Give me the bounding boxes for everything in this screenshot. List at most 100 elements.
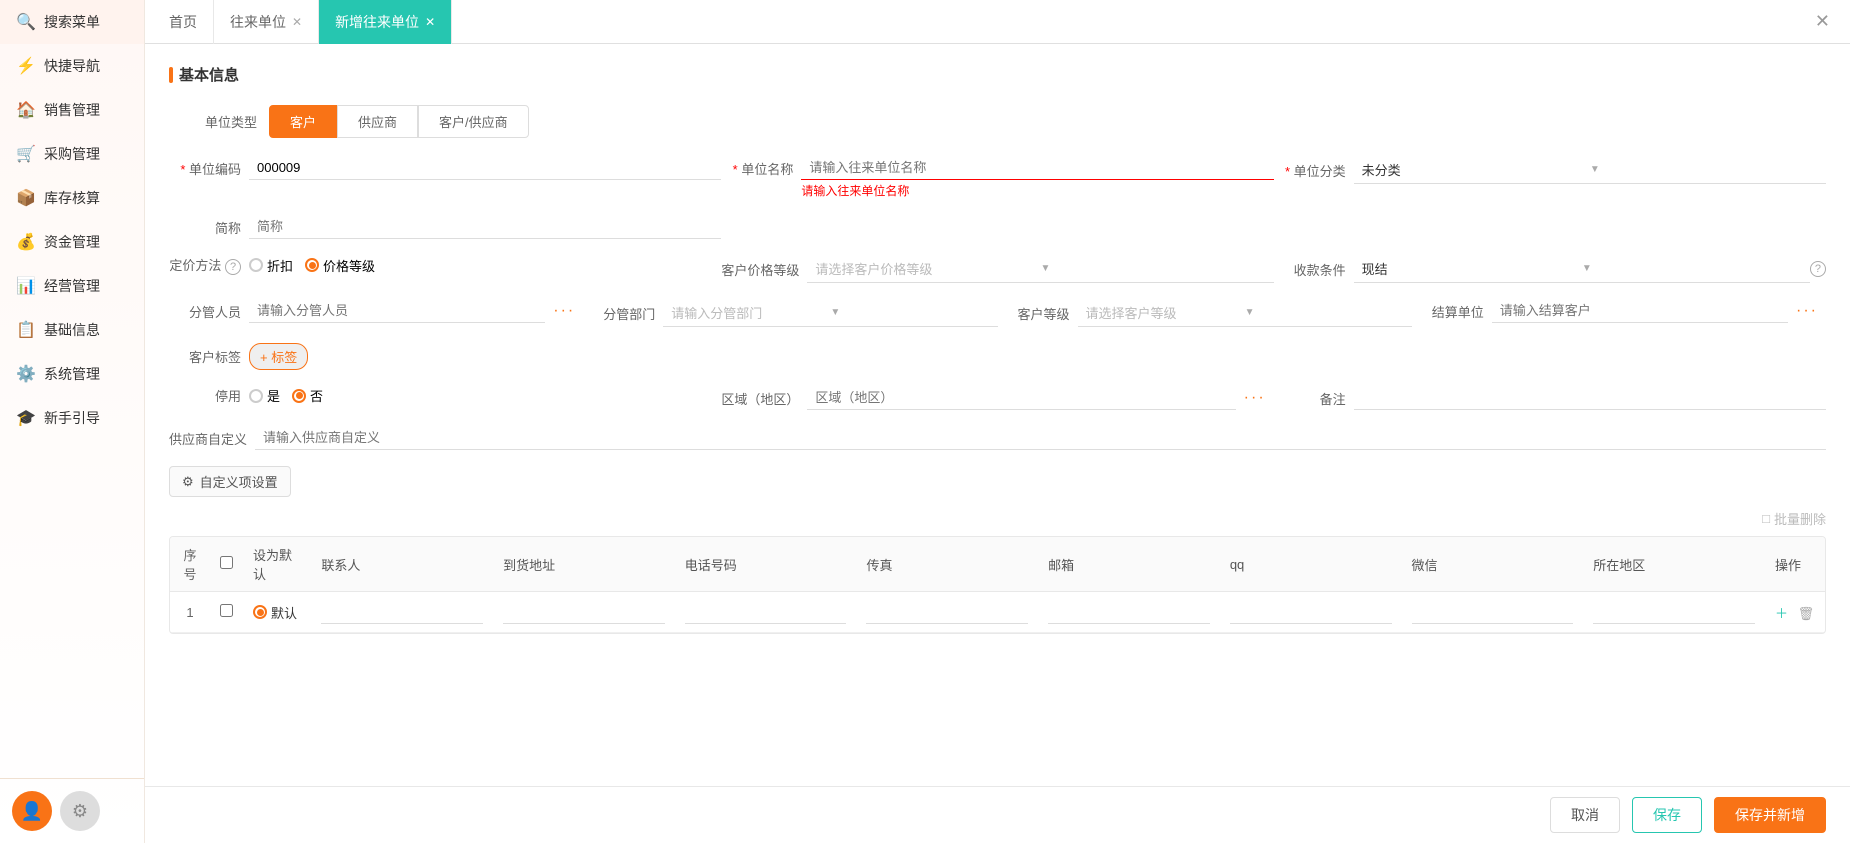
- customer-level-select[interactable]: 请选择客户等级 ▼: [1078, 299, 1412, 327]
- cancel-button[interactable]: 取消: [1550, 797, 1620, 833]
- radio-discount[interactable]: 折扣: [249, 256, 293, 275]
- row-add-icon[interactable]: ＋: [1775, 606, 1788, 621]
- cart-icon: 🛒: [16, 144, 36, 164]
- disabled-label: 停用: [169, 386, 249, 405]
- form-row-supplier-custom: 供应商自定义: [169, 426, 1826, 450]
- manager-more-icon[interactable]: ···: [545, 300, 583, 322]
- row-wechat: [1402, 592, 1584, 633]
- section-bar-icon: [169, 67, 173, 83]
- row-fax-input[interactable]: [866, 600, 1028, 624]
- row-wechat-input[interactable]: [1412, 600, 1574, 624]
- unit-type-customer-btn[interactable]: 客户: [269, 105, 337, 138]
- pricing-help-icon[interactable]: ?: [225, 259, 241, 275]
- sidebar-item-quick-nav[interactable]: ⚡ 快捷导航: [0, 44, 144, 88]
- batch-delete-icon: □: [1762, 511, 1770, 526]
- row-email: [1038, 592, 1220, 633]
- row-phone-input[interactable]: [685, 600, 847, 624]
- radio-price-level[interactable]: 价格等级: [305, 256, 375, 275]
- sidebar-avatar[interactable]: 👤: [12, 791, 52, 831]
- lightning-icon: ⚡: [16, 56, 36, 76]
- tab-partners[interactable]: 往来单位 ✕: [214, 0, 319, 44]
- box-icon: 📦: [16, 188, 36, 208]
- sidebar-item-inventory[interactable]: 📦 库存核算: [0, 176, 144, 220]
- chevron-payment-icon: ▼: [1582, 263, 1802, 274]
- region-input[interactable]: [807, 386, 1235, 410]
- settlement-more-icon[interactable]: ···: [1788, 300, 1826, 322]
- region-label: 区域（地区）: [721, 389, 807, 408]
- tab-new-partner[interactable]: 新增往来单位 ✕: [319, 0, 452, 44]
- col-area: 所在地区: [1583, 537, 1765, 592]
- short-name-input[interactable]: [249, 215, 721, 239]
- field-pricing-method: 定价方法 ? 折扣 价格等级: [169, 255, 721, 275]
- payment-terms-label: 收款条件: [1274, 260, 1354, 279]
- col-actions: 操作: [1765, 537, 1825, 592]
- table-row: 1 默认: [170, 592, 1825, 633]
- row-area-input[interactable]: [1593, 600, 1755, 624]
- field-remark: 备注: [1274, 386, 1826, 410]
- sidebar-item-search[interactable]: 🔍 搜索菜单: [0, 0, 144, 44]
- row-checkbox-cell: [210, 592, 243, 633]
- row-checkbox[interactable]: [220, 604, 233, 617]
- short-name-label: 简称: [169, 218, 249, 237]
- save-new-button[interactable]: 保存并新增: [1714, 797, 1826, 833]
- unit-type-supplier-btn[interactable]: 供应商: [337, 105, 418, 138]
- row-contact-input[interactable]: [321, 600, 483, 624]
- sidebar-settings-btn[interactable]: ⚙: [60, 791, 100, 831]
- close-new-partner-tab-icon[interactable]: ✕: [425, 15, 435, 29]
- save-button[interactable]: 保存: [1632, 797, 1702, 833]
- sidebar-item-sales[interactable]: 🏠 销售管理: [0, 88, 144, 132]
- sidebar: 🔍 搜索菜单 ⚡ 快捷导航 🏠 销售管理 🛒 采购管理 📦 库存核算 💰 资金管…: [0, 0, 145, 843]
- payment-help-icon[interactable]: ?: [1810, 261, 1826, 277]
- col-seq: 序号: [170, 537, 210, 592]
- row-default-radio[interactable]: 默认: [253, 603, 301, 622]
- row-qq-input[interactable]: [1230, 600, 1392, 624]
- unit-name-input[interactable]: [801, 156, 1273, 180]
- custom-settings-btn[interactable]: ⚙ 自定义项设置: [169, 466, 291, 497]
- close-all-tabs-icon[interactable]: ✕: [1803, 11, 1842, 32]
- radio-no[interactable]: 否: [292, 386, 323, 405]
- department-select[interactable]: 请输入分管部门 ▼: [663, 299, 997, 327]
- tab-home[interactable]: 首页: [153, 0, 214, 44]
- col-fax: 传真: [856, 537, 1038, 592]
- sidebar-item-newbie[interactable]: 🎓 新手引导: [0, 396, 144, 440]
- manager-input[interactable]: [249, 299, 545, 323]
- field-disabled: 停用 是 否: [169, 386, 721, 405]
- select-all-checkbox[interactable]: [220, 556, 233, 569]
- payment-terms-select[interactable]: 现结 ▼: [1354, 255, 1810, 283]
- field-unit-name: 单位名称 请输入往来单位名称: [721, 156, 1273, 199]
- sidebar-item-finance[interactable]: 💰 资金管理: [0, 220, 144, 264]
- row-delete-icon[interactable]: 🗑: [1798, 606, 1815, 621]
- supplier-custom-input[interactable]: [255, 426, 1826, 450]
- sidebar-item-business[interactable]: 📊 经营管理: [0, 264, 144, 308]
- sidebar-item-basic[interactable]: 📋 基础信息: [0, 308, 144, 352]
- region-more-icon[interactable]: ···: [1236, 387, 1274, 409]
- sidebar-item-purchase[interactable]: 🛒 采购管理: [0, 132, 144, 176]
- close-partners-tab-icon[interactable]: ✕: [292, 15, 302, 29]
- chevron-level-icon: ▼: [1245, 307, 1404, 318]
- add-tag-btn[interactable]: + 标签: [249, 343, 308, 370]
- sidebar-item-system[interactable]: ⚙️ 系统管理: [0, 352, 144, 396]
- row-seq: 1: [170, 592, 210, 633]
- unit-type-row: 单位类型 客户 供应商 客户/供应商: [169, 105, 1826, 138]
- field-customer-level: 客户等级 请选择客户等级 ▼: [998, 299, 1412, 327]
- col-wechat: 微信: [1402, 537, 1584, 592]
- remark-input[interactable]: [1354, 386, 1826, 410]
- unit-code-input[interactable]: [249, 156, 721, 180]
- customer-price-level-select[interactable]: 请选择客户价格等级 ▼: [807, 255, 1273, 283]
- radio-price-level-circle: [305, 258, 319, 272]
- unit-category-select[interactable]: 未分类 ▼: [1354, 156, 1826, 184]
- col-checkbox: [210, 537, 243, 592]
- field-unit-category: 单位分类 未分类 ▼: [1274, 156, 1826, 184]
- form-row-pricing: 定价方法 ? 折扣 价格等级 客户价格等级 请选择客户价: [169, 255, 1826, 283]
- unit-type-both-btn[interactable]: 客户/供应商: [418, 105, 529, 138]
- unit-name-error-msg: 请输入往来单位名称: [801, 182, 909, 199]
- row-email-input[interactable]: [1048, 600, 1210, 624]
- settlement-unit-input[interactable]: [1492, 299, 1788, 323]
- radio-yes[interactable]: 是: [249, 386, 280, 405]
- bottom-bar: 取消 保存 保存并新增: [145, 786, 1850, 843]
- form-row-manager: 分管人员 ··· 分管部门 请输入分管部门 ▼ 客户等级 请选择客户等级 ▼ 结…: [169, 299, 1826, 327]
- row-address-input[interactable]: [503, 600, 665, 624]
- field-settlement-unit: 结算单位 ···: [1412, 299, 1826, 323]
- row-actions: ＋ 🗑: [1765, 592, 1825, 633]
- batch-delete-row[interactable]: □ 批量删除: [169, 509, 1826, 528]
